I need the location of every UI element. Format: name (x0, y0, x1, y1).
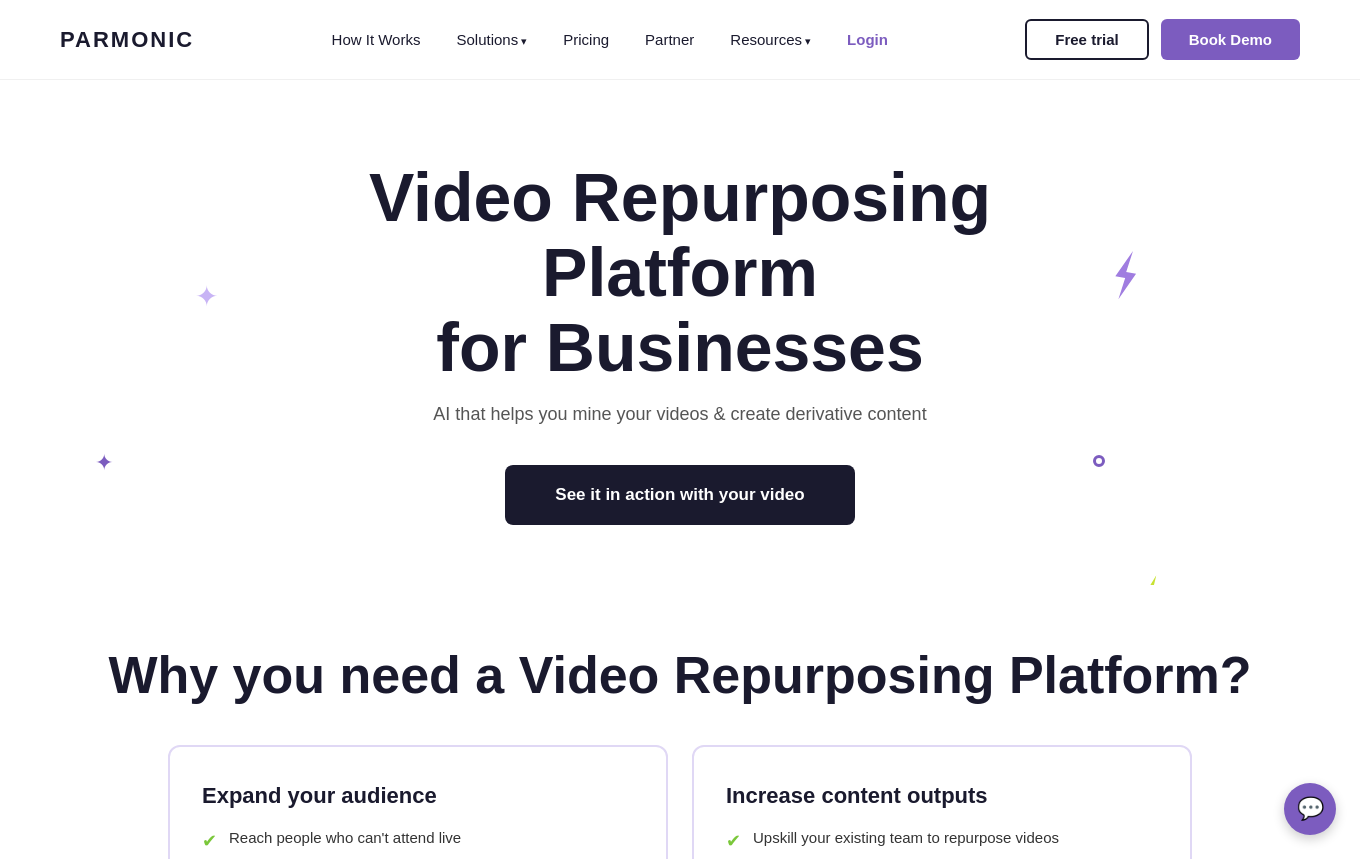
hero-title: Video Repurposing Platform for Businesse… (230, 160, 1130, 384)
check-icon-2: ✔ (726, 830, 741, 852)
chat-icon: 💬 (1297, 796, 1324, 822)
nav-login[interactable]: Login (847, 31, 888, 48)
check-icon-1: ✔ (202, 830, 217, 852)
nav-actions: Free trial Book Demo (1025, 19, 1300, 60)
deco-circle-icon (1093, 455, 1105, 467)
hero-cta-button[interactable]: See it in action with your video (505, 465, 854, 525)
free-trial-button[interactable]: Free trial (1025, 19, 1148, 60)
why-title: Why you need a Video Repurposing Platfor… (60, 645, 1300, 705)
card-increase-content-title: Increase content outputs (726, 783, 1158, 809)
card-expand-audience-item-1: ✔ Reach people who can't attend live (202, 829, 634, 852)
card-expand-audience-title: Expand your audience (202, 783, 634, 809)
navbar: PARMONIC How It Works Solutions Pricing … (0, 0, 1360, 80)
card-increase-content-item-1: ✔ Upskill your existing team to repurpos… (726, 829, 1158, 852)
deco-star-left-icon: ✦ (195, 280, 218, 313)
deco-bolt-yellow-right-icon (1135, 574, 1168, 586)
why-section: Why you need a Video Repurposing Platfor… (0, 585, 1360, 859)
nav-pricing[interactable]: Pricing (563, 31, 609, 48)
cards-row: Expand your audience ✔ Reach people who … (60, 745, 1300, 859)
nav-links: How It Works Solutions Pricing Partner R… (332, 31, 888, 49)
hero-subtitle: AI that helps you mine your videos & cre… (40, 404, 1320, 425)
nav-solutions[interactable]: Solutions (456, 31, 527, 48)
card-increase-content: Increase content outputs ✔ Upskill your … (692, 745, 1192, 859)
card-expand-audience: Expand your audience ✔ Reach people who … (168, 745, 668, 859)
nav-how-it-works[interactable]: How It Works (332, 31, 421, 48)
svg-marker-2 (1139, 574, 1163, 585)
brand-logo[interactable]: PARMONIC (60, 27, 194, 53)
nav-resources[interactable]: Resources (730, 31, 811, 48)
nav-partner[interactable]: Partner (645, 31, 694, 48)
hero-section: ✦ ✦ Video Repurposing Platform for Busin… (0, 80, 1360, 585)
deco-star-purple-icon: ✦ (95, 450, 113, 476)
book-demo-button[interactable]: Book Demo (1161, 19, 1300, 60)
chat-bubble-button[interactable]: 💬 (1284, 783, 1336, 835)
